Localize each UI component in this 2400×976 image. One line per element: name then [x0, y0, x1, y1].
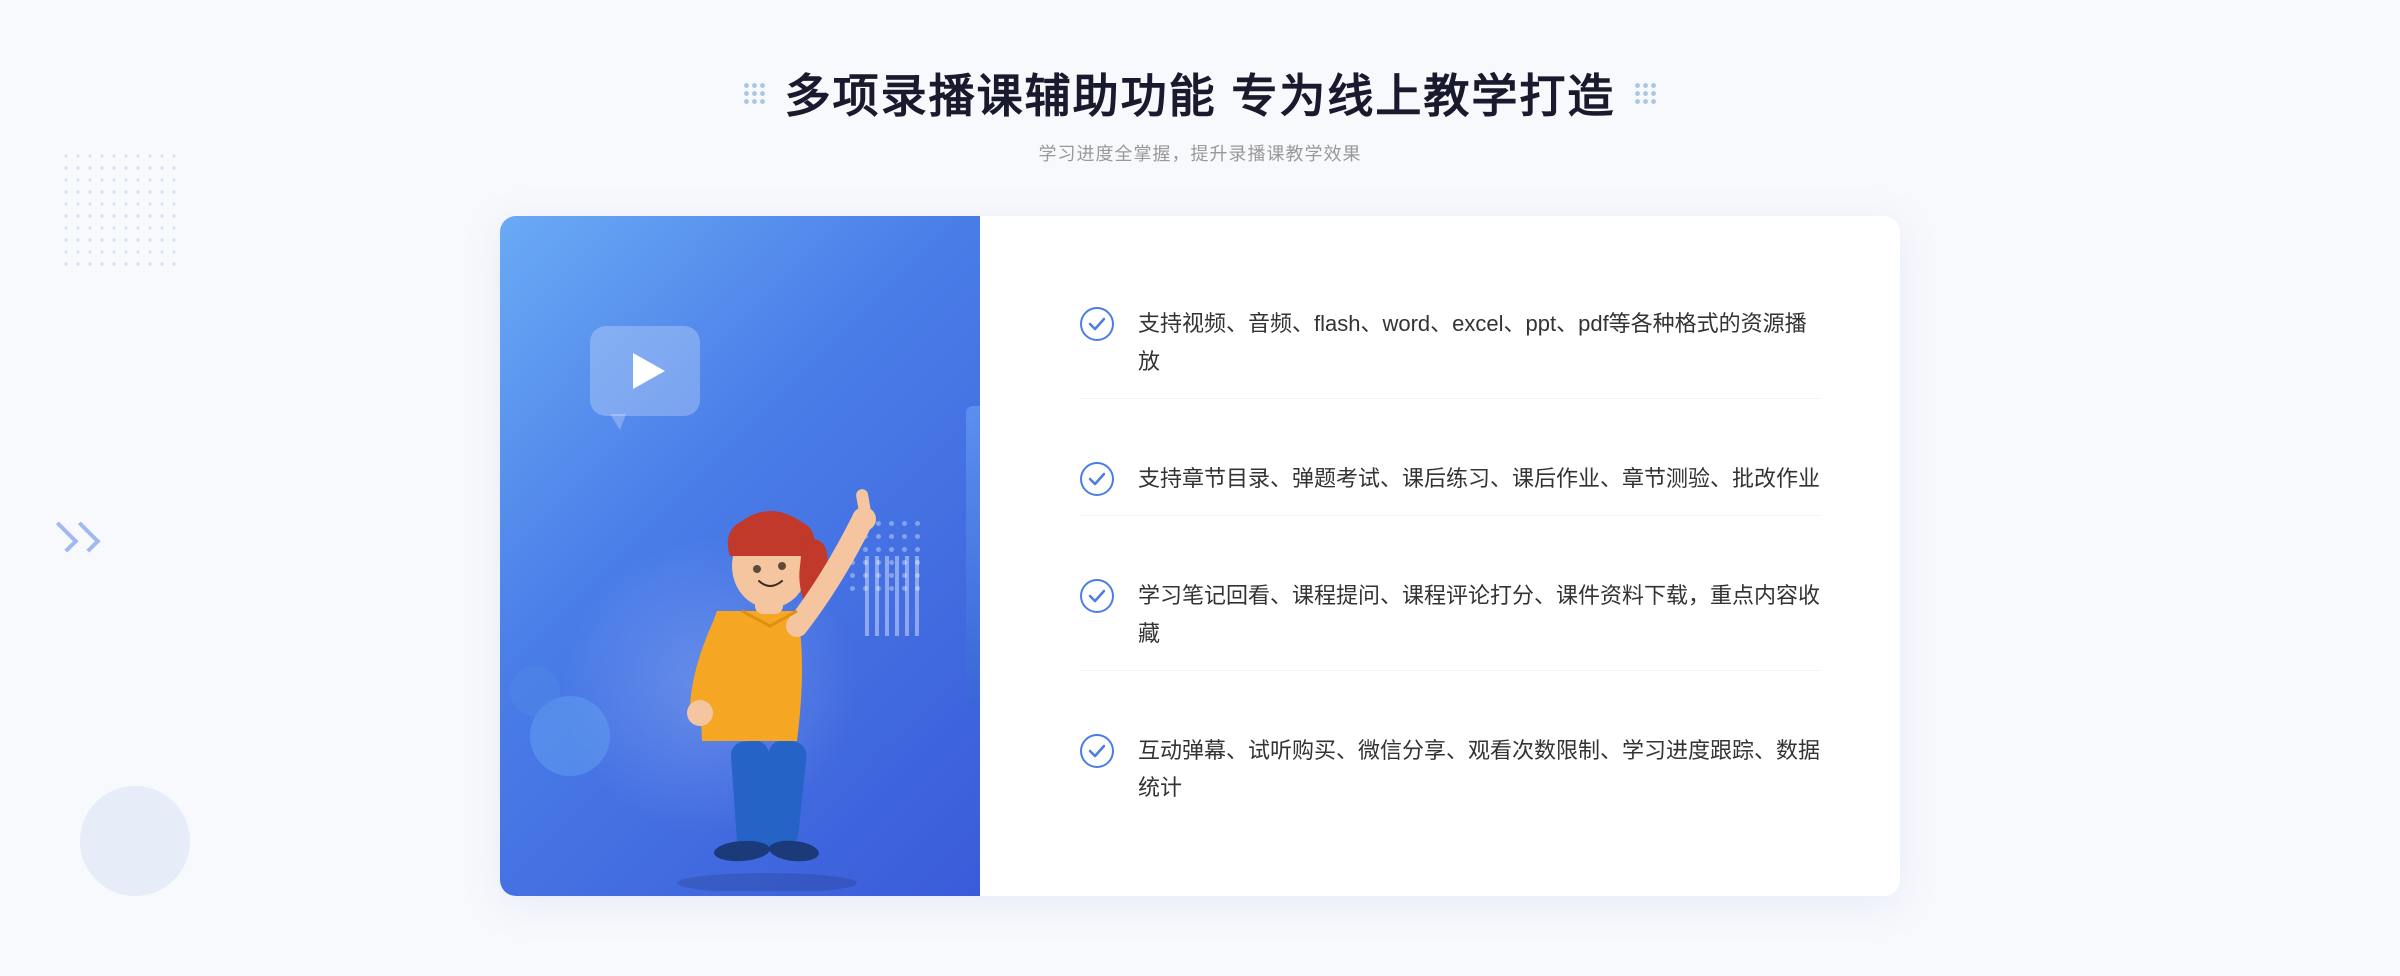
dot-grid — [1635, 83, 1656, 104]
person-illustration — [612, 411, 932, 896]
content-area: 支持视频、音频、flash、word、excel、ppt、pdf等各种格式的资源… — [500, 216, 1900, 896]
subtitle: 学习进度全掌握，提升录播课教学效果 — [744, 140, 1657, 166]
feature-item-1: 支持视频、音频、flash、word、excel、ppt、pdf等各种格式的资源… — [1080, 287, 1820, 399]
chevron-icon — [69, 521, 100, 552]
feature-text-3: 学习笔记回看、课程提问、课程评论打分、课件资料下载，重点内容收藏 — [1138, 577, 1820, 652]
feature-text-2: 支持章节目录、弹题考试、课后练习、课后作业、章节测验、批改作业 — [1138, 460, 1820, 497]
check-icon-3 — [1080, 579, 1114, 613]
deco-circle-2 — [510, 666, 560, 716]
illustration-area — [500, 216, 980, 896]
play-icon — [633, 353, 665, 389]
header-dots-right — [1635, 83, 1656, 104]
check-icon-4 — [1080, 734, 1114, 768]
left-chevron-decoration — [55, 523, 93, 551]
dot-grid — [744, 83, 765, 104]
main-title: 多项录播课辅助功能 专为线上教学打造 — [785, 60, 1616, 126]
feature-item-2: 支持章节目录、弹题考试、课后练习、课后作业、章节测验、批改作业 — [1080, 442, 1820, 516]
decorative-circle-bottomleft — [80, 786, 190, 896]
feature-item-4: 互动弹幕、试听购买、微信分享、观看次数限制、学习进度跟踪、数据统计 — [1080, 714, 1820, 825]
header-section: 多项录播课辅助功能 专为线上教学打造 学习进度全掌握，提升录播课教学效果 — [744, 60, 1657, 166]
check-icon-2 — [1080, 462, 1114, 496]
decorative-dots-topleft — [60, 150, 180, 270]
features-area: 支持视频、音频、flash、word、excel、ppt、pdf等各种格式的资源… — [980, 216, 1900, 896]
check-icon-1 — [1080, 307, 1114, 341]
feature-text-1: 支持视频、音频、flash、word、excel、ppt、pdf等各种格式的资源… — [1138, 305, 1820, 380]
header-dots-left — [744, 83, 765, 104]
header-decorators: 多项录播课辅助功能 专为线上教学打造 — [744, 60, 1657, 126]
play-bubble — [590, 326, 700, 416]
feature-item-3: 学习笔记回看、课程提问、课程评论打分、课件资料下载，重点内容收藏 — [1080, 559, 1820, 671]
feature-text-4: 互动弹幕、试听购买、微信分享、观看次数限制、学习进度跟踪、数据统计 — [1138, 732, 1820, 807]
blue-bar-decoration — [966, 406, 980, 706]
page-wrapper: 多项录播课辅助功能 专为线上教学打造 学习进度全掌握，提升录播课教学效果 — [0, 0, 2400, 976]
